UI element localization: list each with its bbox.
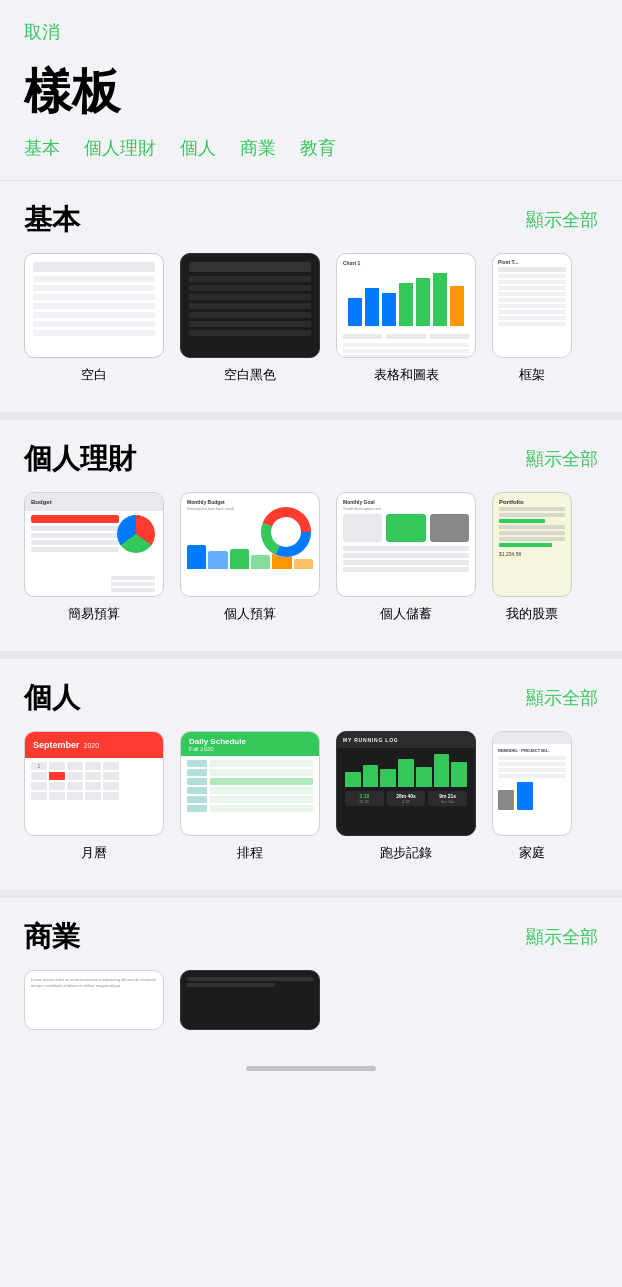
template-home-project[interactable]: REMODEL · PROJECT BU... 家庭: [492, 731, 572, 862]
svg-rect-2: [382, 293, 396, 326]
divider-1: [0, 412, 622, 420]
template-monthly-goal-label: 個人儲蓄: [380, 605, 432, 623]
tab-personal[interactable]: 個人: [180, 136, 216, 160]
section-personal-header: 個人 顯示全部: [0, 679, 622, 731]
section-finance: 個人理財 顯示全部 Budget: [0, 420, 622, 651]
template-running-log[interactable]: MY RUNNING LOG: [336, 731, 476, 862]
section-basic-title: 基本: [24, 201, 80, 239]
tab-basic[interactable]: 基本: [24, 136, 60, 160]
svg-rect-5: [433, 273, 447, 326]
business-templates-row: Lorem ipsum dolor sit amet consectetur a…: [0, 970, 622, 1050]
template-portfolio-label: 我的股票: [506, 605, 558, 623]
business-show-all-button[interactable]: 顯示全部: [526, 925, 598, 949]
template-calendar-label: 月曆: [81, 844, 107, 862]
personal-templates-row: September 2020 1: [0, 731, 622, 882]
template-home-project-label: 家庭: [519, 844, 545, 862]
category-tabs: 基本 個人理財 個人 商業 教育: [0, 136, 622, 181]
template-simple-budget[interactable]: Budget 簡易預算: [24, 492, 164, 623]
template-chart-label: 表格和圖表: [374, 366, 439, 384]
svg-rect-3: [399, 283, 413, 326]
template-monthly-budget-label: 個人預算: [224, 605, 276, 623]
svg-rect-4: [416, 278, 430, 326]
section-personal: 個人 顯示全部 September 2020 1: [0, 659, 622, 890]
divider-2: [0, 651, 622, 659]
tab-finance[interactable]: 個人理財: [84, 136, 156, 160]
template-business-1[interactable]: Lorem ipsum dolor sit amet consectetur a…: [24, 970, 164, 1030]
basic-show-all-button[interactable]: 顯示全部: [526, 208, 598, 232]
template-blank-black[interactable]: 空白黑色: [180, 253, 320, 384]
template-pivot[interactable]: Pivot T... 框架: [492, 253, 572, 384]
template-chart[interactable]: Chart 1: [336, 253, 476, 384]
section-finance-header: 個人理財 顯示全部: [0, 440, 622, 492]
template-blank-label: 空白: [81, 366, 107, 384]
finance-show-all-button[interactable]: 顯示全部: [526, 447, 598, 471]
template-schedule-label: 排程: [237, 844, 263, 862]
template-schedule[interactable]: Daily Schedule Fall 2020: [180, 731, 320, 862]
template-monthly-budget[interactable]: Monthly Budget Description text here sma…: [180, 492, 320, 623]
template-calendar[interactable]: September 2020 1: [24, 731, 164, 862]
personal-show-all-button[interactable]: 顯示全部: [526, 686, 598, 710]
basic-templates-row: 空白 空白黑色 Chart 1: [0, 253, 622, 404]
template-running-log-label: 跑步記錄: [380, 844, 432, 862]
template-portfolio[interactable]: Portfolio $1,234.56 我的股票: [492, 492, 572, 623]
section-finance-title: 個人理財: [24, 440, 136, 478]
template-monthly-goal[interactable]: Monthly Goal Small description text 個人儲蓄: [336, 492, 476, 623]
divider-3: [0, 890, 622, 898]
page-title: 樣板: [0, 52, 622, 136]
tab-business[interactable]: 商業: [240, 136, 276, 160]
svg-rect-6: [450, 286, 464, 326]
svg-rect-1: [365, 288, 379, 326]
template-simple-budget-label: 簡易預算: [68, 605, 120, 623]
section-business: 商業 顯示全部 Lorem ipsum dolor sit amet conse…: [0, 898, 622, 1058]
template-blank-black-label: 空白黑色: [224, 366, 276, 384]
section-business-header: 商業 顯示全部: [0, 918, 622, 970]
template-business-2[interactable]: [180, 970, 320, 1030]
svg-rect-0: [348, 298, 362, 326]
section-basic: 基本 顯示全部 空白: [0, 181, 622, 412]
template-blank[interactable]: 空白: [24, 253, 164, 384]
section-personal-title: 個人: [24, 679, 80, 717]
tab-education[interactable]: 教育: [300, 136, 336, 160]
section-business-title: 商業: [24, 918, 80, 956]
cancel-button[interactable]: 取消: [24, 20, 60, 44]
finance-templates-row: Budget 簡易預算: [0, 492, 622, 643]
section-basic-header: 基本 顯示全部: [0, 201, 622, 253]
template-pivot-label: 框架: [519, 366, 545, 384]
top-bar: 取消: [0, 0, 622, 52]
